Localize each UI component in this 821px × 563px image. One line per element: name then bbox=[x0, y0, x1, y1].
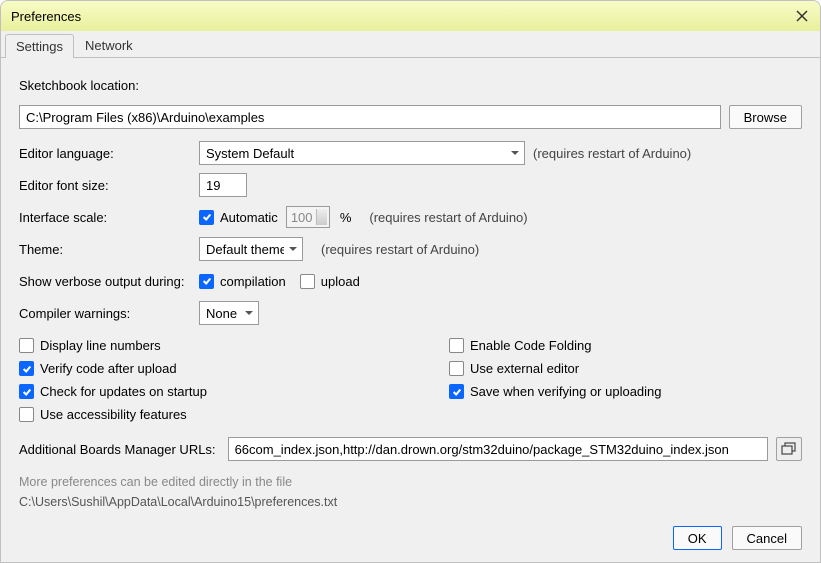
warnings-select[interactable]: None bbox=[199, 301, 259, 325]
compilation-checkbox[interactable]: compilation bbox=[199, 274, 286, 289]
warnings-label: Compiler warnings: bbox=[19, 306, 191, 321]
preferences-file-path[interactable]: C:\Users\Sushil\AppData\Local\Arduino15\… bbox=[19, 492, 802, 512]
sketchbook-input[interactable] bbox=[19, 105, 721, 129]
checkbox-icon bbox=[300, 274, 315, 289]
check-updates-checkbox[interactable]: Check for updates on startup bbox=[19, 384, 409, 399]
verbose-label: Show verbose output during: bbox=[19, 274, 191, 289]
compilation-label: compilation bbox=[220, 274, 286, 289]
close-icon[interactable] bbox=[794, 8, 810, 24]
font-row: Editor font size: bbox=[19, 172, 802, 198]
checkbox-icon bbox=[449, 338, 464, 353]
checkbox-icon bbox=[449, 384, 464, 399]
window-title: Preferences bbox=[11, 9, 81, 24]
automatic-checkbox[interactable]: Automatic bbox=[199, 210, 278, 225]
save-when-checkbox[interactable]: Save when verifying or uploading bbox=[449, 384, 662, 399]
additional-urls-row: Additional Boards Manager URLs: bbox=[19, 436, 802, 462]
checkbox-icon bbox=[19, 361, 34, 376]
sketchbook-label: Sketchbook location: bbox=[19, 78, 139, 93]
footer: OK Cancel bbox=[1, 516, 820, 562]
cancel-button[interactable]: Cancel bbox=[732, 526, 802, 550]
theme-label: Theme: bbox=[19, 242, 191, 257]
options-col-right: Enable Code Folding Use external editor … bbox=[449, 338, 662, 422]
font-label: Editor font size: bbox=[19, 178, 191, 193]
window-icon bbox=[781, 442, 797, 456]
checkbox-icon bbox=[199, 274, 214, 289]
scale-spinner[interactable]: 100 bbox=[286, 206, 330, 228]
options-grid: Display line numbers Verify code after u… bbox=[19, 338, 802, 422]
scale-label: Interface scale: bbox=[19, 210, 191, 225]
percent-label: % bbox=[340, 210, 352, 225]
language-row: Editor language: System Default (require… bbox=[19, 140, 802, 166]
additional-urls-input[interactable] bbox=[228, 437, 768, 461]
font-size-input[interactable] bbox=[199, 173, 247, 197]
upload-label: upload bbox=[321, 274, 360, 289]
sketchbook-row: Browse bbox=[19, 104, 802, 130]
verbose-row: Show verbose output during: compilation … bbox=[19, 268, 802, 294]
warnings-select-wrap: None bbox=[199, 301, 259, 325]
checkbox-icon bbox=[19, 407, 34, 422]
tab-network[interactable]: Network bbox=[74, 33, 144, 57]
more-preferences-text: More preferences can be edited directly … bbox=[19, 472, 802, 516]
checkbox-icon bbox=[19, 384, 34, 399]
language-select[interactable]: System Default bbox=[199, 141, 525, 165]
ok-button[interactable]: OK bbox=[673, 526, 722, 550]
tab-settings[interactable]: Settings bbox=[5, 34, 74, 58]
browse-button[interactable]: Browse bbox=[729, 105, 802, 129]
checkbox-icon bbox=[449, 361, 464, 376]
checkbox-icon bbox=[199, 210, 214, 225]
expand-urls-button[interactable] bbox=[776, 437, 802, 461]
warnings-row: Compiler warnings: None bbox=[19, 300, 802, 326]
checkbox-icon bbox=[19, 338, 34, 353]
theme-row: Theme: Default theme (requires restart o… bbox=[19, 236, 802, 262]
external-editor-checkbox[interactable]: Use external editor bbox=[449, 361, 662, 376]
language-hint: (requires restart of Arduino) bbox=[533, 146, 691, 161]
theme-select-wrap: Default theme bbox=[199, 237, 303, 261]
sketchbook-label-row: Sketchbook location: bbox=[19, 72, 802, 98]
theme-select[interactable]: Default theme bbox=[199, 237, 303, 261]
options-col-left: Display line numbers Verify code after u… bbox=[19, 338, 409, 422]
display-line-numbers-checkbox[interactable]: Display line numbers bbox=[19, 338, 409, 353]
language-label: Editor language: bbox=[19, 146, 191, 161]
theme-hint: (requires restart of Arduino) bbox=[321, 242, 479, 257]
preferences-window: Preferences Settings Network Sketchbook … bbox=[0, 0, 821, 563]
scale-row: Interface scale: Automatic 100 % (requir… bbox=[19, 204, 802, 230]
automatic-label: Automatic bbox=[220, 210, 278, 225]
tab-bar: Settings Network bbox=[1, 31, 820, 58]
enable-folding-checkbox[interactable]: Enable Code Folding bbox=[449, 338, 662, 353]
language-select-wrap: System Default bbox=[199, 141, 525, 165]
scale-hint: (requires restart of Arduino) bbox=[369, 210, 527, 225]
titlebar: Preferences bbox=[1, 1, 820, 31]
content-area: Sketchbook location: Browse Editor langu… bbox=[1, 58, 820, 516]
accessibility-checkbox[interactable]: Use accessibility features bbox=[19, 407, 409, 422]
additional-urls-label: Additional Boards Manager URLs: bbox=[19, 442, 216, 457]
verify-code-checkbox[interactable]: Verify code after upload bbox=[19, 361, 409, 376]
upload-checkbox[interactable]: upload bbox=[300, 274, 360, 289]
